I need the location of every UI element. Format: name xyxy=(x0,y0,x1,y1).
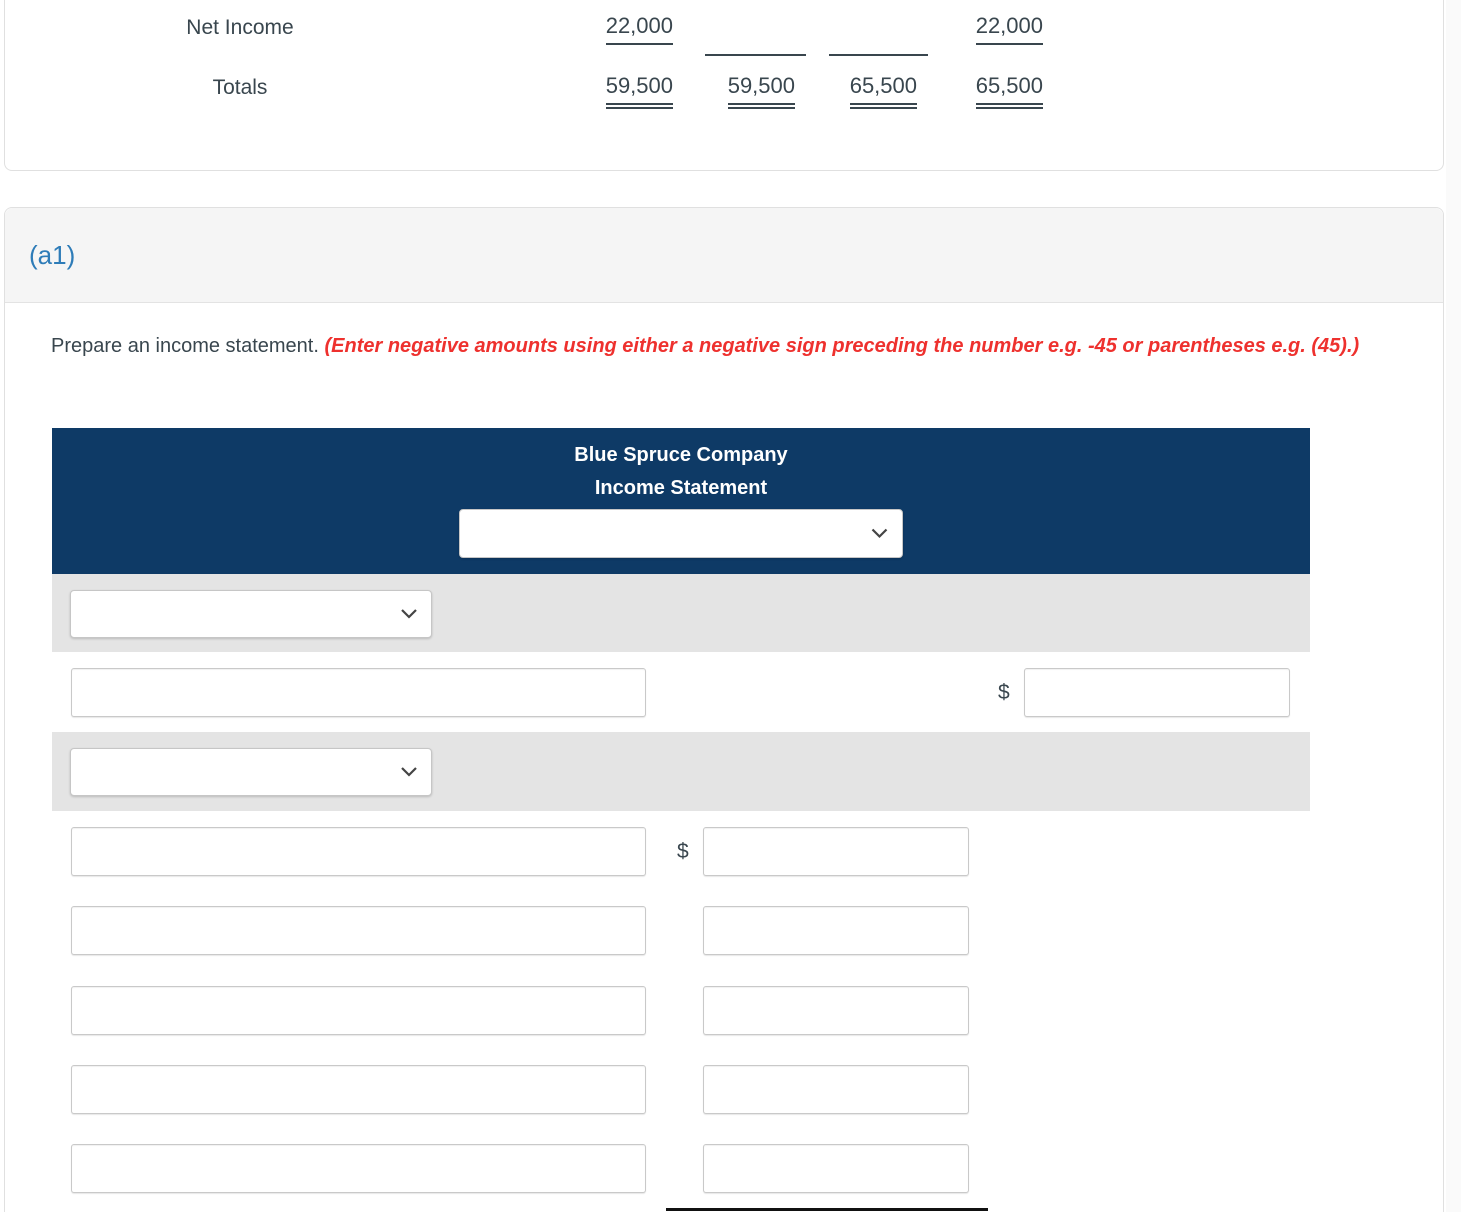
net-income-is-debit: 22,000 xyxy=(583,13,673,45)
summary-account-input[interactable] xyxy=(71,668,646,717)
detail-currency-symbol: $ xyxy=(677,840,689,863)
detail-account-input-3[interactable] xyxy=(71,986,646,1035)
detail-amount-input-4[interactable] xyxy=(703,1065,969,1114)
totals-col4: 65,500 xyxy=(953,73,1044,109)
totals-col1: 59,500 xyxy=(583,73,674,109)
detail-account-input-1[interactable] xyxy=(71,827,646,876)
detail-amount-input-1[interactable] xyxy=(703,827,969,876)
summary-currency-symbol: $ xyxy=(998,681,1010,704)
subtotal-rule-col3 xyxy=(829,54,928,56)
totals-row-label: Totals xyxy=(212,76,268,99)
a1-section-title: (a1) xyxy=(29,240,76,270)
detail-account-input-5[interactable] xyxy=(71,1144,646,1193)
detail-amount-input-3[interactable] xyxy=(703,986,969,1035)
detail-account-input-4[interactable] xyxy=(71,1065,646,1114)
worksheet-totals-card: Net Income 22,000 22,000 Totals 59,500 5… xyxy=(4,0,1444,171)
statement-header: Blue Spruce Company Income Statement xyxy=(52,428,1310,574)
classification-select-1[interactable] xyxy=(70,590,432,638)
chevron-down-icon xyxy=(401,767,417,777)
chevron-down-icon xyxy=(871,528,888,539)
instruction-emphasis: (Enter negative amounts using either a n… xyxy=(324,335,1360,357)
instruction-prefix: Prepare an income statement. xyxy=(51,335,325,357)
summary-amount-input[interactable] xyxy=(1024,668,1290,717)
page: Net Income 22,000 22,000 Totals 59,500 5… xyxy=(0,0,1461,1212)
classification-select-2[interactable] xyxy=(70,748,432,796)
totals-col3: 65,500 xyxy=(827,73,918,109)
a1-section-card: (a1) Prepare an income statement. (Enter… xyxy=(4,207,1444,1212)
detail-amount-input-5[interactable] xyxy=(703,1144,969,1193)
detail-amount-input-2[interactable] xyxy=(703,906,969,955)
a1-section-header: (a1) xyxy=(5,208,1443,303)
net-income-bs-credit: 22,000 xyxy=(953,13,1043,45)
chevron-down-icon xyxy=(401,609,417,619)
totals-col2: 59,500 xyxy=(705,73,796,109)
instruction-text: Prepare an income statement. (Enter nega… xyxy=(51,330,1366,362)
subtotal-rule-col2 xyxy=(705,54,806,56)
net-income-row-label: Net Income xyxy=(186,16,294,39)
detail-account-input-2[interactable] xyxy=(71,906,646,955)
amount-column-total-rule xyxy=(666,1208,988,1211)
period-select[interactable] xyxy=(459,509,903,558)
company-name: Blue Spruce Company xyxy=(574,444,788,466)
page-right-margin xyxy=(1446,0,1461,1212)
statement-title: Income Statement xyxy=(594,477,768,499)
